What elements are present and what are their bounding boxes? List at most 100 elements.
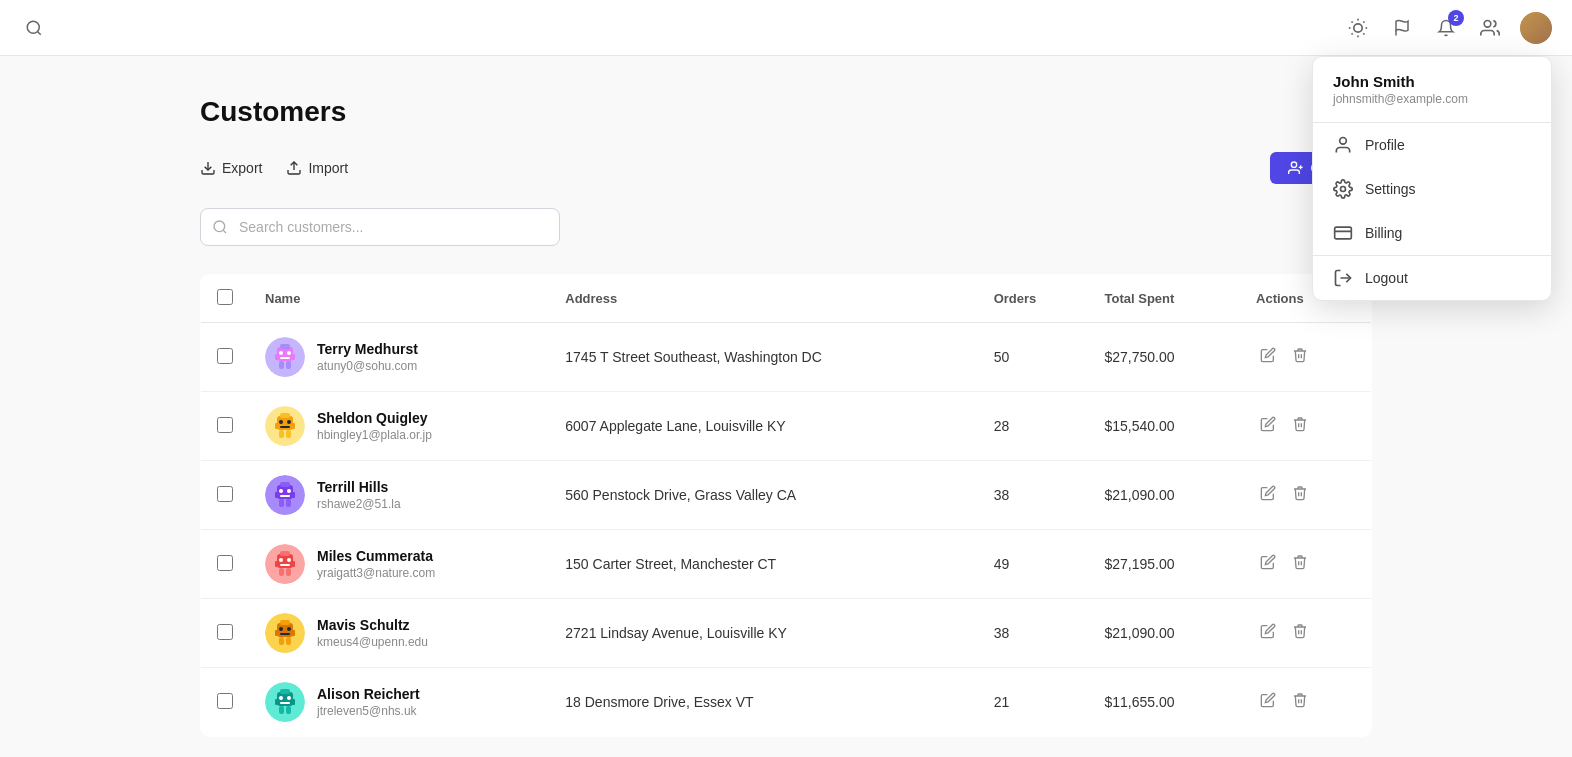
svg-rect-70: [280, 633, 290, 635]
edit-button-4[interactable]: [1256, 550, 1280, 578]
theme-icon[interactable]: [1344, 14, 1372, 42]
profile-icon: [1333, 135, 1353, 155]
dropdown-email: johnsmith@example.com: [1333, 92, 1531, 106]
svg-rect-37: [280, 413, 290, 418]
svg-rect-52: [292, 492, 295, 498]
select-all-checkbox[interactable]: [217, 289, 233, 305]
customer-name-cell: Terry Medhurst atuny0@sohu.com: [249, 323, 549, 392]
delete-button-4[interactable]: [1288, 550, 1312, 578]
customer-avatar: [265, 406, 305, 446]
orders-cell: 50: [978, 323, 1089, 392]
export-button[interactable]: Export: [200, 156, 262, 180]
address-cell: 1745 T Street Southeast, Washington DC: [549, 323, 977, 392]
table-row: Terrill Hills rshawe2@51.la 560 Penstock…: [201, 461, 1372, 530]
delete-button-3[interactable]: [1288, 481, 1312, 509]
edit-button-5[interactable]: [1256, 619, 1280, 647]
svg-point-39: [287, 420, 291, 424]
svg-rect-15: [1335, 227, 1352, 239]
customer-name: Alison Reichert: [317, 686, 420, 702]
action-cell: [1256, 343, 1355, 371]
svg-rect-43: [279, 430, 284, 438]
flag-icon[interactable]: [1388, 14, 1416, 42]
dropdown-user-info: John Smith johnsmith@example.com: [1313, 57, 1551, 123]
total-spent-cell: $11,655.00: [1089, 668, 1241, 737]
svg-rect-72: [292, 630, 295, 636]
user-dropdown: John Smith johnsmith@example.com Profile…: [1312, 56, 1552, 301]
search-icon-input: [212, 219, 228, 235]
actions-cell: [1240, 392, 1371, 461]
customer-info: Mavis Schultz kmeus4@upenn.edu: [317, 617, 428, 649]
row-checkbox-cell: [201, 392, 250, 461]
svg-rect-71: [275, 630, 278, 636]
header-right: 2: [1344, 12, 1552, 44]
row-checkbox-3[interactable]: [217, 486, 233, 502]
search-input[interactable]: [200, 208, 560, 246]
users-icon[interactable]: [1476, 14, 1504, 42]
table-row: Terry Medhurst atuny0@sohu.com 1745 T St…: [201, 323, 1372, 392]
logout-label: Logout: [1365, 270, 1408, 286]
svg-rect-73: [279, 637, 284, 645]
svg-rect-80: [280, 702, 290, 704]
orders-cell: 28: [978, 392, 1089, 461]
notification-icon[interactable]: 2: [1432, 14, 1460, 42]
row-checkbox-5[interactable]: [217, 624, 233, 640]
svg-point-14: [1341, 187, 1346, 192]
svg-rect-34: [286, 361, 291, 369]
customer-email: rshawe2@51.la: [317, 497, 401, 511]
customer-name: Terrill Hills: [317, 479, 401, 495]
settings-icon: [1333, 179, 1353, 199]
import-button[interactable]: Import: [286, 156, 348, 180]
delete-button-2[interactable]: [1288, 412, 1312, 440]
customers-table: Name Address Orders Total Spent Actions: [200, 274, 1372, 737]
delete-button-1[interactable]: [1288, 343, 1312, 371]
customer-email: jtreleven5@nhs.uk: [317, 704, 420, 718]
table-row: Sheldon Quigley hbingley1@plala.or.jp 60…: [201, 392, 1372, 461]
address-cell: 560 Penstock Drive, Grass Valley CA: [549, 461, 977, 530]
customer-cell: Miles Cummerata yraigatt3@nature.com: [265, 544, 533, 584]
row-checkbox-cell: [201, 668, 250, 737]
table-row: Mavis Schultz kmeus4@upenn.edu 2721 Lind…: [201, 599, 1372, 668]
table-header: Name Address Orders Total Spent Actions: [201, 275, 1372, 323]
customer-info: Miles Cummerata yraigatt3@nature.com: [317, 548, 435, 580]
row-checkbox-1[interactable]: [217, 348, 233, 364]
delete-button-5[interactable]: [1288, 619, 1312, 647]
edit-button-3[interactable]: [1256, 481, 1280, 509]
import-label: Import: [308, 160, 348, 176]
svg-point-58: [279, 558, 283, 562]
row-checkbox-6[interactable]: [217, 693, 233, 709]
svg-rect-82: [292, 699, 295, 705]
dropdown-settings[interactable]: Settings: [1313, 167, 1551, 211]
avatar[interactable]: [1520, 12, 1552, 44]
svg-rect-32: [292, 354, 295, 360]
toolbar: Export Import Create: [200, 152, 1372, 184]
customer-cell: Mavis Schultz kmeus4@upenn.edu: [265, 613, 533, 653]
export-label: Export: [222, 160, 262, 176]
row-checkbox-4[interactable]: [217, 555, 233, 571]
svg-point-48: [279, 489, 283, 493]
dropdown-billing[interactable]: Billing: [1313, 211, 1551, 255]
search-icon[interactable]: [20, 14, 48, 42]
svg-line-10: [1363, 21, 1364, 22]
svg-rect-33: [279, 361, 284, 369]
address-cell: 150 Carter Street, Manchester CT: [549, 530, 977, 599]
edit-button-1[interactable]: [1256, 343, 1280, 371]
svg-point-78: [279, 696, 283, 700]
actions-cell: [1240, 599, 1371, 668]
dropdown-logout[interactable]: Logout: [1313, 256, 1551, 300]
delete-button-6[interactable]: [1288, 688, 1312, 716]
customer-cell: Terrill Hills rshawe2@51.la: [265, 475, 533, 515]
actions-cell: [1240, 461, 1371, 530]
row-checkbox-2[interactable]: [217, 417, 233, 433]
dropdown-profile[interactable]: Profile: [1313, 123, 1551, 167]
header: 2: [0, 0, 1572, 56]
customer-name-cell: Alison Reichert jtreleven5@nhs.uk: [249, 668, 549, 737]
svg-rect-63: [279, 568, 284, 576]
edit-button-2[interactable]: [1256, 412, 1280, 440]
total-spent-column-header: Total Spent: [1089, 275, 1241, 323]
customer-cell: Sheldon Quigley hbingley1@plala.or.jp: [265, 406, 533, 446]
svg-rect-41: [275, 423, 278, 429]
billing-label: Billing: [1365, 225, 1402, 241]
edit-button-6[interactable]: [1256, 688, 1280, 716]
header-left: [20, 14, 48, 42]
logout-icon: [1333, 268, 1353, 288]
